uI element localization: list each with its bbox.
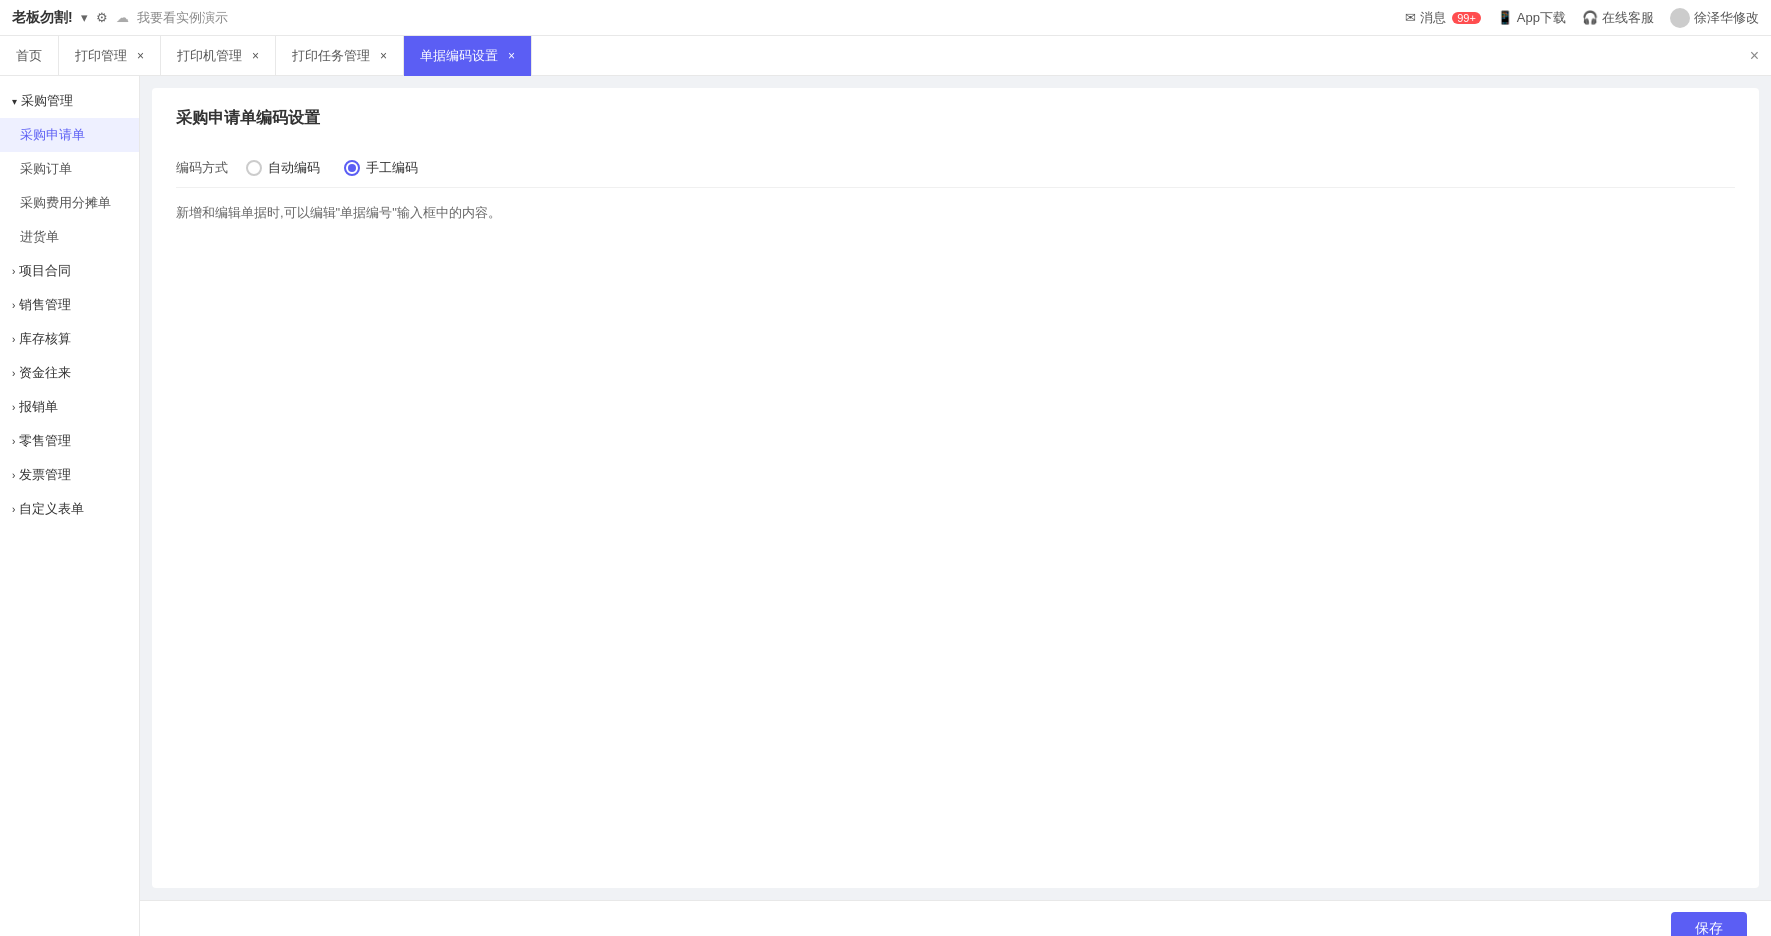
- tab-voucher-code-label: 单据编码设置: [420, 47, 498, 65]
- sidebar-group-sales[interactable]: › 销售管理: [0, 288, 139, 322]
- sales-collapse-icon: ›: [12, 300, 15, 311]
- sidebar-group-project[interactable]: › 项目合同: [0, 254, 139, 288]
- sidebar-group-custom-form-label: 自定义表单: [19, 500, 84, 518]
- tab-print-task-label: 打印任务管理: [292, 47, 370, 65]
- content-area: 采购申请单编码设置 编码方式 自动编码 手工编码: [140, 76, 1771, 936]
- tab-bar: 首页 打印管理 × 打印机管理 × 打印任务管理 × 单据编码设置 × ×: [0, 36, 1771, 76]
- radio-group: 自动编码 手工编码: [246, 159, 418, 177]
- tab-printer-mgmt-label: 打印机管理: [177, 47, 242, 65]
- sidebar-item-purchase-expense-label: 采购费用分摊单: [20, 195, 111, 210]
- sidebar-item-purchase-order[interactable]: 采购订单: [0, 152, 139, 186]
- hint-text: 新增和编辑单据时,可以编辑"单据编号"输入框中的内容。: [176, 204, 1735, 222]
- page-title: 采购申请单编码设置: [176, 108, 1735, 129]
- close-all-tabs-btn[interactable]: ×: [1738, 47, 1771, 65]
- sidebar: ▾ 采购管理 采购申请单 采购订单 采购费用分摊单 进货单 › 项目合同 › 销…: [0, 76, 140, 936]
- sidebar-group-purchase[interactable]: ▾ 采购管理: [0, 84, 139, 118]
- settings-icon[interactable]: ⚙: [96, 10, 108, 25]
- invoice-collapse-icon: ›: [12, 470, 15, 481]
- message-icon: ✉: [1405, 10, 1416, 25]
- top-bar-right: ✉ 消息 99+ 📱 App下载 🎧 在线客服 徐泽华修改: [1405, 8, 1759, 28]
- sidebar-item-purchase-request[interactable]: 采购申请单: [0, 118, 139, 152]
- capital-collapse-icon: ›: [12, 368, 15, 379]
- sidebar-group-inventory-label: 库存核算: [19, 330, 71, 348]
- purchase-collapse-icon: ▾: [12, 96, 17, 107]
- encoding-row: 编码方式 自动编码 手工编码: [176, 149, 1735, 188]
- tab-print-task[interactable]: 打印任务管理 ×: [276, 36, 404, 76]
- top-bar: 老板勿割! ▾ ⚙ ☁ 我要看实例演示 ✉ 消息 99+ 📱 App下载 🎧 在…: [0, 0, 1771, 36]
- sidebar-group-project-label: 项目合同: [19, 262, 71, 280]
- footer-bar: 保存: [140, 900, 1771, 936]
- headset-icon: 🎧: [1582, 10, 1598, 25]
- sidebar-group-purchase-label: 采购管理: [21, 92, 73, 110]
- project-collapse-icon: ›: [12, 266, 15, 277]
- sidebar-item-purchase-request-label: 采购申请单: [20, 127, 85, 142]
- online-service-btn[interactable]: 🎧 在线客服: [1582, 9, 1654, 27]
- tab-voucher-code-close[interactable]: ×: [508, 49, 515, 63]
- tab-voucher-code[interactable]: 单据编码设置 ×: [404, 36, 532, 76]
- radio-manual-circle: [344, 160, 360, 176]
- sidebar-item-stock-in-label: 进货单: [20, 229, 59, 244]
- online-service-label: 在线客服: [1602, 9, 1654, 27]
- returns-collapse-icon: ›: [12, 402, 15, 413]
- user-label: 徐泽华修改: [1694, 9, 1759, 27]
- tab-print-mgmt-label: 打印管理: [75, 47, 127, 65]
- main-layout: ▾ 采购管理 采购申请单 采购订单 采购费用分摊单 进货单 › 项目合同 › 销…: [0, 76, 1771, 936]
- radio-auto[interactable]: 自动编码: [246, 159, 320, 177]
- top-bar-left: 老板勿割! ▾ ⚙ ☁ 我要看实例演示: [12, 9, 228, 27]
- tab-home-label: 首页: [16, 47, 42, 65]
- logo-text: 老板勿割!: [12, 9, 73, 27]
- message-btn[interactable]: ✉ 消息 99+: [1405, 9, 1481, 27]
- sidebar-group-returns-label: 报销单: [19, 398, 58, 416]
- radio-manual[interactable]: 手工编码: [344, 159, 418, 177]
- tab-printer-mgmt-close[interactable]: ×: [252, 49, 259, 63]
- sidebar-group-sales-label: 销售管理: [19, 296, 71, 314]
- sidebar-group-capital-label: 资金往来: [19, 364, 71, 382]
- tab-print-mgmt[interactable]: 打印管理 ×: [59, 36, 161, 76]
- message-badge: 99+: [1452, 12, 1481, 24]
- encoding-label: 编码方式: [176, 159, 246, 177]
- sidebar-item-stock-in[interactable]: 进货单: [0, 220, 139, 254]
- sidebar-group-retail-label: 零售管理: [19, 432, 71, 450]
- tab-printer-mgmt[interactable]: 打印机管理 ×: [161, 36, 276, 76]
- inventory-collapse-icon: ›: [12, 334, 15, 345]
- dropdown-icon[interactable]: ▾: [81, 10, 88, 25]
- sidebar-group-invoice[interactable]: › 发票管理: [0, 458, 139, 492]
- custom-form-collapse-icon: ›: [12, 504, 15, 515]
- content-inner: 采购申请单编码设置 编码方式 自动编码 手工编码: [152, 88, 1759, 888]
- sidebar-group-returns[interactable]: › 报销单: [0, 390, 139, 424]
- user-avatar-btn[interactable]: 徐泽华修改: [1670, 8, 1759, 28]
- sidebar-group-retail[interactable]: › 零售管理: [0, 424, 139, 458]
- sidebar-item-purchase-expense[interactable]: 采购费用分摊单: [0, 186, 139, 220]
- sidebar-group-invoice-label: 发票管理: [19, 466, 71, 484]
- radio-auto-circle: [246, 160, 262, 176]
- message-label: 消息: [1420, 9, 1446, 27]
- tab-print-mgmt-close[interactable]: ×: [137, 49, 144, 63]
- tab-home[interactable]: 首页: [0, 36, 59, 76]
- sidebar-group-custom-form[interactable]: › 自定义表单: [0, 492, 139, 526]
- tab-print-task-close[interactable]: ×: [380, 49, 387, 63]
- save-button[interactable]: 保存: [1671, 912, 1747, 937]
- phone-icon: 📱: [1497, 10, 1513, 25]
- avatar: [1670, 8, 1690, 28]
- sidebar-group-inventory[interactable]: › 库存核算: [0, 322, 139, 356]
- radio-auto-label: 自动编码: [268, 159, 320, 177]
- cloud-icon: ☁: [116, 10, 129, 25]
- retail-collapse-icon: ›: [12, 436, 15, 447]
- radio-manual-label: 手工编码: [366, 159, 418, 177]
- search-text[interactable]: 我要看实例演示: [137, 9, 228, 27]
- app-download-btn[interactable]: 📱 App下载: [1497, 9, 1566, 27]
- app-download-label: App下载: [1517, 9, 1566, 27]
- sidebar-group-capital[interactable]: › 资金往来: [0, 356, 139, 390]
- sidebar-item-purchase-order-label: 采购订单: [20, 161, 72, 176]
